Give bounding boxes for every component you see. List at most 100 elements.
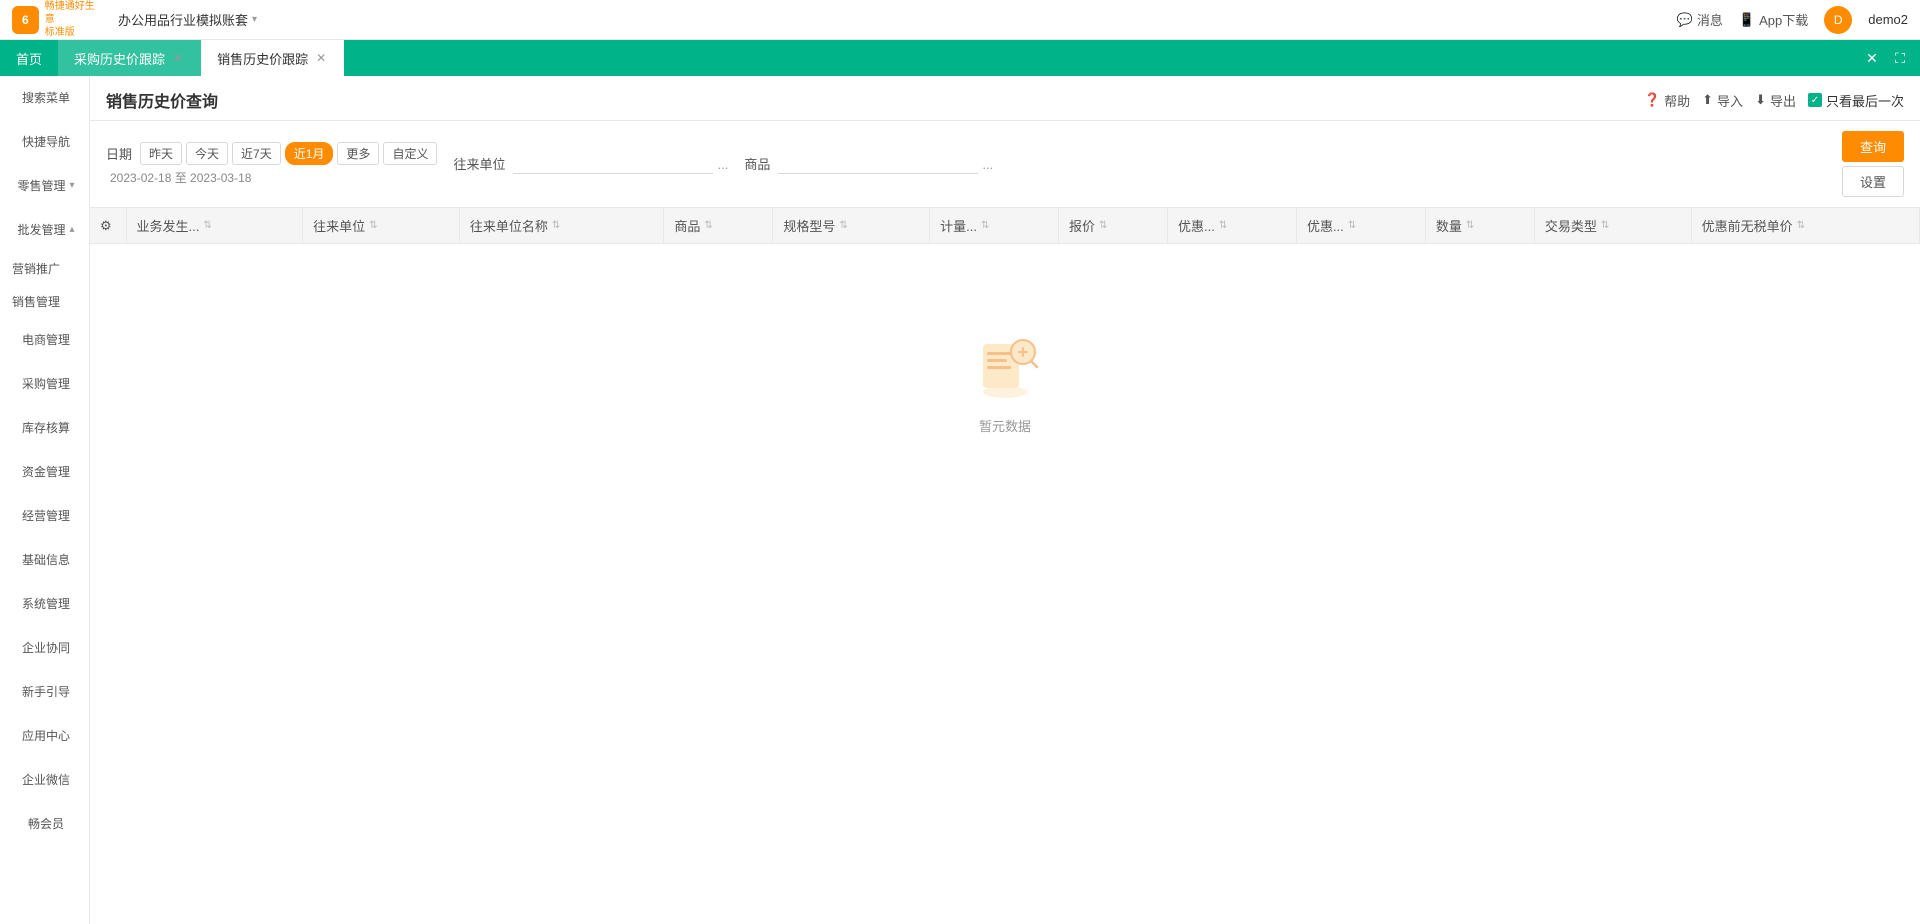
wholesale-label: 批发管理 [17,222,65,239]
sort-icon-goods: ⇅ [704,220,712,231]
counterpart-input-wrap: ... [513,154,728,174]
sidebar-item-guide[interactable]: 新手引导 [0,670,89,714]
sidebar-item-system[interactable]: 系统管理 [0,582,89,626]
th-gear[interactable]: ⚙ [90,208,126,244]
sidebar-item-sales-mgmt[interactable]: 销售管理 [0,285,89,318]
filter-area: 日期 昨天 今天 近7天 近1月 更多 自定义 2023-02-18 至 202… [90,121,1920,208]
ecommerce-label: 电商管理 [22,332,70,349]
sidebar: 搜索菜单 快捷导航 零售管理 ▾ 批发管理 ▴ 营销推广 销售管理 电商管理 采… [0,76,90,924]
page-header-actions: ❓ 帮助 ⬆ 导入 ⬇ 导出 ✓ 只看最后一次 [1644,91,1904,110]
goods-input-wrap: ... [778,154,993,174]
sidebar-item-ecommerce[interactable]: 电商管理 [0,318,89,362]
date-btn-today[interactable]: 今天 [186,142,228,165]
app-logo-text: 畅捷通好生意 标准版 [45,0,102,39]
purchase-history-tab-label: 采购历史价跟踪 [74,49,165,68]
th-spec[interactable]: 规格型号 ⇅ [773,208,930,244]
date-filter-group: 日期 昨天 今天 近7天 近1月 更多 自定义 2023-02-18 至 202… [106,142,437,186]
avatar-initial: D [1834,13,1843,27]
sidebar-item-quick-nav[interactable]: 快捷导航 [0,120,89,164]
sidebar-item-app-center[interactable]: 应用中心 [0,714,89,758]
th-discount2[interactable]: 优惠... ⇅ [1296,208,1425,244]
sales-mgmt-label: 销售管理 [12,293,60,310]
sales-history-tab-close[interactable]: ✕ [314,51,328,65]
sort-icon-discount2: ⇅ [1348,220,1356,231]
purchase-label: 采购管理 [22,376,70,393]
filter-actions: 查询 设置 [1842,131,1904,197]
import-button[interactable]: ⬆ 导入 [1702,91,1743,110]
sidebar-item-member[interactable]: 畅会员 [0,802,89,846]
tab-purchase-history[interactable]: 采购历史价跟踪 ✕ [58,40,201,76]
sidebar-item-enterprise[interactable]: 企业协同 [0,626,89,670]
gear-icon: ⚙ [100,218,112,234]
sidebar-item-retail[interactable]: 零售管理 ▾ [0,164,89,208]
empty-state-icon [965,324,1045,404]
th-unit[interactable]: 计量... ⇅ [930,208,1059,244]
sidebar-item-search-menu[interactable]: 搜索菜单 [0,76,89,120]
th-counterpart-name[interactable]: 往来单位名称 ⇅ [459,208,663,244]
date-btn-last7[interactable]: 近7天 [232,142,281,165]
sidebar-item-corp-wechat[interactable]: 企业微信 [0,758,89,802]
marketing-label: 营销推广 [12,260,60,277]
th-quote[interactable]: 报价 ⇅ [1059,208,1168,244]
help-icon: ❓ [1644,92,1660,108]
sort-icon-unit: ⇅ [981,220,989,231]
goods-filter-group: 商品 ... [744,154,993,174]
goods-dots[interactable]: ... [982,157,993,172]
sidebar-item-purchase[interactable]: 采购管理 [0,362,89,406]
workspace-name: 办公用品行业模拟账套 [118,10,248,29]
counterpart-label: 往来单位 [453,154,505,173]
enterprise-label: 企业协同 [22,640,70,657]
message-label: 消息 [1697,10,1723,29]
counterpart-dots[interactable]: ... [717,157,728,172]
search-menu-label: 搜索菜单 [22,90,70,107]
tab-sales-history[interactable]: 销售历史价跟踪 ✕ [201,40,344,76]
goods-input[interactable] [778,154,978,174]
app-download-button[interactable]: 📱 App下载 [1739,10,1808,29]
counterpart-input[interactable] [513,154,713,174]
sidebar-item-marketing[interactable]: 营销推广 [0,252,89,285]
help-button[interactable]: ❓ 帮助 [1644,91,1690,110]
workspace-selector[interactable]: 办公用品行业模拟账套 ▾ [110,6,265,33]
query-button[interactable]: 查询 [1842,131,1904,162]
close-tab-button[interactable]: ✕ [1860,46,1884,70]
settings-button[interactable]: 设置 [1842,166,1904,197]
tab-home[interactable]: 首页 [0,40,58,76]
purchase-history-tab-close[interactable]: ✕ [171,51,185,65]
sort-icon-trade-type: ⇅ [1601,220,1609,231]
sidebar-item-wholesale[interactable]: 批发管理 ▴ [0,208,89,252]
only-last-label: 只看最后一次 [1826,91,1904,110]
page-header: 销售历史价查询 ❓ 帮助 ⬆ 导入 ⬇ 导出 ✓ 只看最后一次 [90,76,1920,121]
maximize-button[interactable]: ⛶ [1888,46,1912,70]
sidebar-item-inventory[interactable]: 库存核算 [0,406,89,450]
th-counterpart-code[interactable]: 往来单位 ⇅ [303,208,460,244]
avatar[interactable]: D [1824,6,1852,34]
export-label: 导出 [1770,91,1796,110]
sort-icon-discount1: ⇅ [1219,220,1227,231]
basic-info-label: 基础信息 [22,552,70,569]
message-button[interactable]: 💬 消息 [1677,10,1723,29]
sort-icon-counterpart-name: ⇅ [552,220,560,231]
th-goods[interactable]: 商品 ⇅ [664,208,773,244]
only-last-checkbox[interactable]: ✓ 只看最后一次 [1808,91,1904,110]
tab-bar-actions: ✕ ⛶ [1860,46,1920,70]
help-label: 帮助 [1664,91,1690,110]
export-button[interactable]: ⬇ 导出 [1755,91,1796,110]
th-discount1[interactable]: 优惠... ⇅ [1168,208,1297,244]
date-btn-yesterday[interactable]: 昨天 [140,142,182,165]
date-btn-more[interactable]: 更多 [337,142,379,165]
th-quantity[interactable]: 数量 ⇅ [1425,208,1534,244]
date-buttons: 昨天 今天 近7天 近1月 更多 自定义 [140,142,437,165]
sidebar-item-finance[interactable]: 资金管理 [0,450,89,494]
th-trade-type[interactable]: 交易类型 ⇅ [1534,208,1691,244]
th-biz-date[interactable]: 业务发生... ⇅ [126,208,303,244]
sidebar-item-basic-info[interactable]: 基础信息 [0,538,89,582]
date-filter-label: 日期 [106,144,132,163]
th-pretax-price[interactable]: 优惠前无税单价 ⇅ [1691,208,1919,244]
app-center-label: 应用中心 [22,728,70,745]
export-icon: ⬇ [1755,92,1766,108]
date-btn-custom[interactable]: 自定义 [383,142,437,165]
user-name[interactable]: demo2 [1868,12,1908,27]
sidebar-item-operations[interactable]: 经营管理 [0,494,89,538]
checkbox-checked-icon: ✓ [1808,93,1822,107]
date-btn-last1m[interactable]: 近1月 [285,142,334,165]
